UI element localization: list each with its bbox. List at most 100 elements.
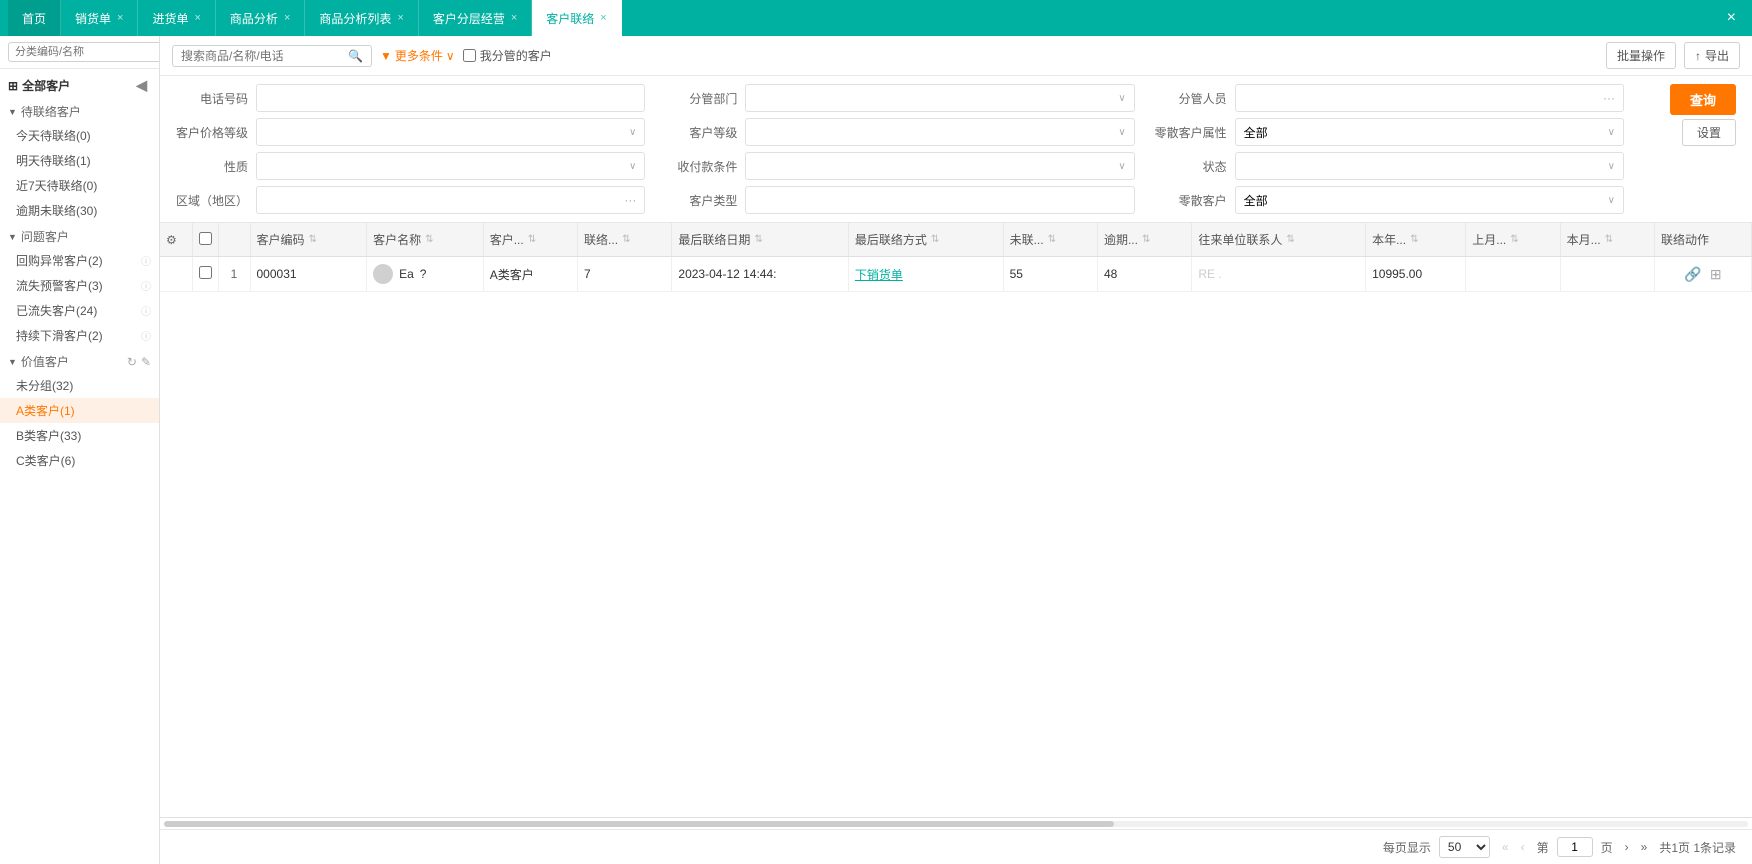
sidebar-item-declining[interactable]: 持续下滑客户(2) ⓘ	[0, 323, 159, 348]
sidebar-group-value-customers[interactable]: ▼ 价值客户 ↻ ✎	[0, 348, 159, 373]
close-sales-icon[interactable]: ×	[117, 12, 123, 24]
th-num	[218, 223, 250, 257]
sidebar-item-unclassified[interactable]: 未分组(32)	[0, 373, 159, 398]
close-customer-contact-icon[interactable]: ×	[600, 12, 606, 24]
last-method-link[interactable]: 下销货单	[855, 268, 903, 282]
retail-select[interactable]: 全部∨	[1235, 186, 1624, 214]
price-level-select[interactable]: ∨	[256, 118, 645, 146]
th-last-method-label: 最后联络方式	[855, 231, 927, 248]
contact-grid-icon[interactable]: ⊞	[1710, 266, 1722, 283]
last-page-button[interactable]: »	[1637, 838, 1652, 856]
th-contact[interactable]: 联络... ⇅	[578, 223, 672, 257]
sidebar-item-tomorrow-contact[interactable]: 明天待联络(1)	[0, 148, 159, 173]
status-select[interactable]: ∨	[1235, 152, 1624, 180]
search-icon[interactable]: 🔍	[348, 49, 363, 63]
sidebar-item-churned[interactable]: 已流失客户(24) ⓘ	[0, 298, 159, 323]
customer-name-cell: Ea ?	[373, 264, 477, 284]
customer-avatar	[373, 264, 393, 284]
nature-select[interactable]: ∨	[256, 152, 645, 180]
sidebar-search-input[interactable]	[8, 42, 160, 62]
my-customers-checkbox[interactable]	[463, 49, 476, 62]
class-a-label: A类客户(1)	[16, 402, 151, 419]
tab-product-analysis[interactable]: 商品分析 ×	[216, 0, 305, 36]
settings-button[interactable]: 设置	[1682, 119, 1736, 146]
status-label: 状态	[1155, 158, 1235, 175]
row-checkbox[interactable]	[199, 266, 212, 279]
customer-type-input[interactable]	[745, 186, 1134, 214]
page-size-select[interactable]: 50 100 200	[1439, 836, 1490, 858]
row-actions: 🔗 ⊞	[1661, 266, 1745, 283]
sidebar-item-7day-contact[interactable]: 近7天待联络(0)	[0, 173, 159, 198]
sort-overdue-icon: ⇅	[1142, 234, 1150, 245]
sidebar-group-problem-customers[interactable]: ▼ 问题客户	[0, 223, 159, 248]
scrollbar-thumb[interactable]	[164, 821, 1114, 827]
td-last-method[interactable]: 下销货单	[848, 257, 1003, 292]
th-this-year[interactable]: 本年... ⇅	[1366, 223, 1466, 257]
query-button[interactable]: 查询	[1670, 84, 1736, 115]
sidebar-item-class-a[interactable]: A类客户(1)	[0, 398, 159, 423]
tab-customer-contact[interactable]: 客户联络 ×	[532, 0, 621, 36]
sidebar-item-repurchase-abnormal[interactable]: 回购异常客户(2) ⓘ	[0, 248, 159, 273]
tab-sales[interactable]: 销货单 ×	[61, 0, 138, 36]
th-gear[interactable]: ⚙	[160, 223, 192, 257]
th-name[interactable]: 客户名称 ⇅	[367, 223, 484, 257]
retail-value: 全部	[1244, 192, 1268, 209]
sidebar-group-pending-contact[interactable]: ▼ 待联络客户	[0, 98, 159, 123]
page-number-input[interactable]	[1557, 837, 1593, 857]
close-purchase-icon[interactable]: ×	[194, 12, 200, 24]
th-unit-contact[interactable]: 往来单位联系人 ⇅	[1192, 223, 1366, 257]
export-button[interactable]: ↑ 导出	[1684, 42, 1740, 69]
sort-unit-contact-icon: ⇅	[1286, 234, 1294, 245]
th-code[interactable]: 客户编码 ⇅	[250, 223, 367, 257]
phone-input[interactable]	[256, 84, 645, 112]
contact-link-icon[interactable]: 🔗	[1684, 266, 1701, 283]
filter-field-phone: 电话号码	[176, 84, 645, 112]
region-input[interactable]: ···	[256, 186, 645, 214]
first-page-button[interactable]: «	[1498, 838, 1513, 856]
payment-select[interactable]: ∨	[745, 152, 1134, 180]
close-product-analysis-list-icon[interactable]: ×	[397, 12, 403, 24]
my-customers-checkbox-area[interactable]: 我分管的客户	[463, 47, 552, 64]
sidebar-search-area: 🔍	[0, 36, 159, 69]
close-customer-segment-icon[interactable]: ×	[511, 12, 517, 24]
close-product-analysis-icon[interactable]: ×	[284, 12, 290, 24]
th-category[interactable]: 客户... ⇅	[483, 223, 577, 257]
sidebar-item-today-contact[interactable]: 今天待联络(0)	[0, 123, 159, 148]
sidebar-item-class-c[interactable]: C类客户(6)	[0, 448, 159, 473]
tab-customer-segment[interactable]: 客户分层经营 ×	[419, 0, 532, 36]
edit-icon[interactable]: ✎	[141, 355, 151, 369]
person-label: 分管人员	[1155, 90, 1235, 107]
horizontal-scrollbar[interactable]	[160, 817, 1752, 829]
th-last-date[interactable]: 最后联络日期 ⇅	[672, 223, 848, 257]
scrollbar-track[interactable]	[164, 821, 1748, 827]
sidebar-item-churn-warning[interactable]: 流失预警客户(3) ⓘ	[0, 273, 159, 298]
dept-select[interactable]: ∨	[745, 84, 1134, 112]
customer-level-select[interactable]: ∨	[745, 118, 1134, 146]
batch-op-button[interactable]: 批量操作	[1606, 42, 1676, 69]
td-category: A类客户	[483, 257, 577, 292]
more-filters-button[interactable]: ▼ 更多条件 ∨	[380, 47, 455, 64]
tab-product-analysis-list[interactable]: 商品分析列表 ×	[305, 0, 418, 36]
th-last-month[interactable]: 上月... ⇅	[1466, 223, 1560, 257]
close-all-button[interactable]: ×	[1719, 9, 1744, 27]
th-overdue[interactable]: 逾期... ⇅	[1097, 223, 1191, 257]
search-input[interactable]	[181, 49, 348, 63]
tab-home[interactable]: 首页	[8, 0, 61, 36]
th-last-method[interactable]: 最后联络方式 ⇅	[848, 223, 1003, 257]
refresh-icon[interactable]: ↻	[127, 355, 137, 369]
tab-purchase[interactable]: 进货单 ×	[138, 0, 215, 36]
person-select[interactable]: ···	[1235, 84, 1624, 112]
table-row: 1 000031 Ea ? A类客户 7 2023-04-12 14:44:	[160, 257, 1752, 292]
sidebar-item-overdue-contact[interactable]: 逾期未联络(30)	[0, 198, 159, 223]
my-customers-label: 我分管的客户	[480, 47, 552, 64]
sidebar-collapse-button[interactable]: ◀	[132, 77, 151, 94]
retail-attr-select[interactable]: 全部∨	[1235, 118, 1624, 146]
prev-page-button[interactable]: ‹	[1517, 838, 1529, 856]
gear-icon[interactable]: ⚙	[166, 233, 177, 247]
select-all-checkbox[interactable]	[199, 232, 212, 245]
next-page-button[interactable]: ›	[1621, 838, 1633, 856]
th-this-month[interactable]: 本月... ⇅	[1560, 223, 1654, 257]
th-no-contact[interactable]: 未联... ⇅	[1003, 223, 1097, 257]
table-container[interactable]: ⚙ 客户编码 ⇅	[160, 223, 1752, 817]
sidebar-item-class-b[interactable]: B类客户(33)	[0, 423, 159, 448]
